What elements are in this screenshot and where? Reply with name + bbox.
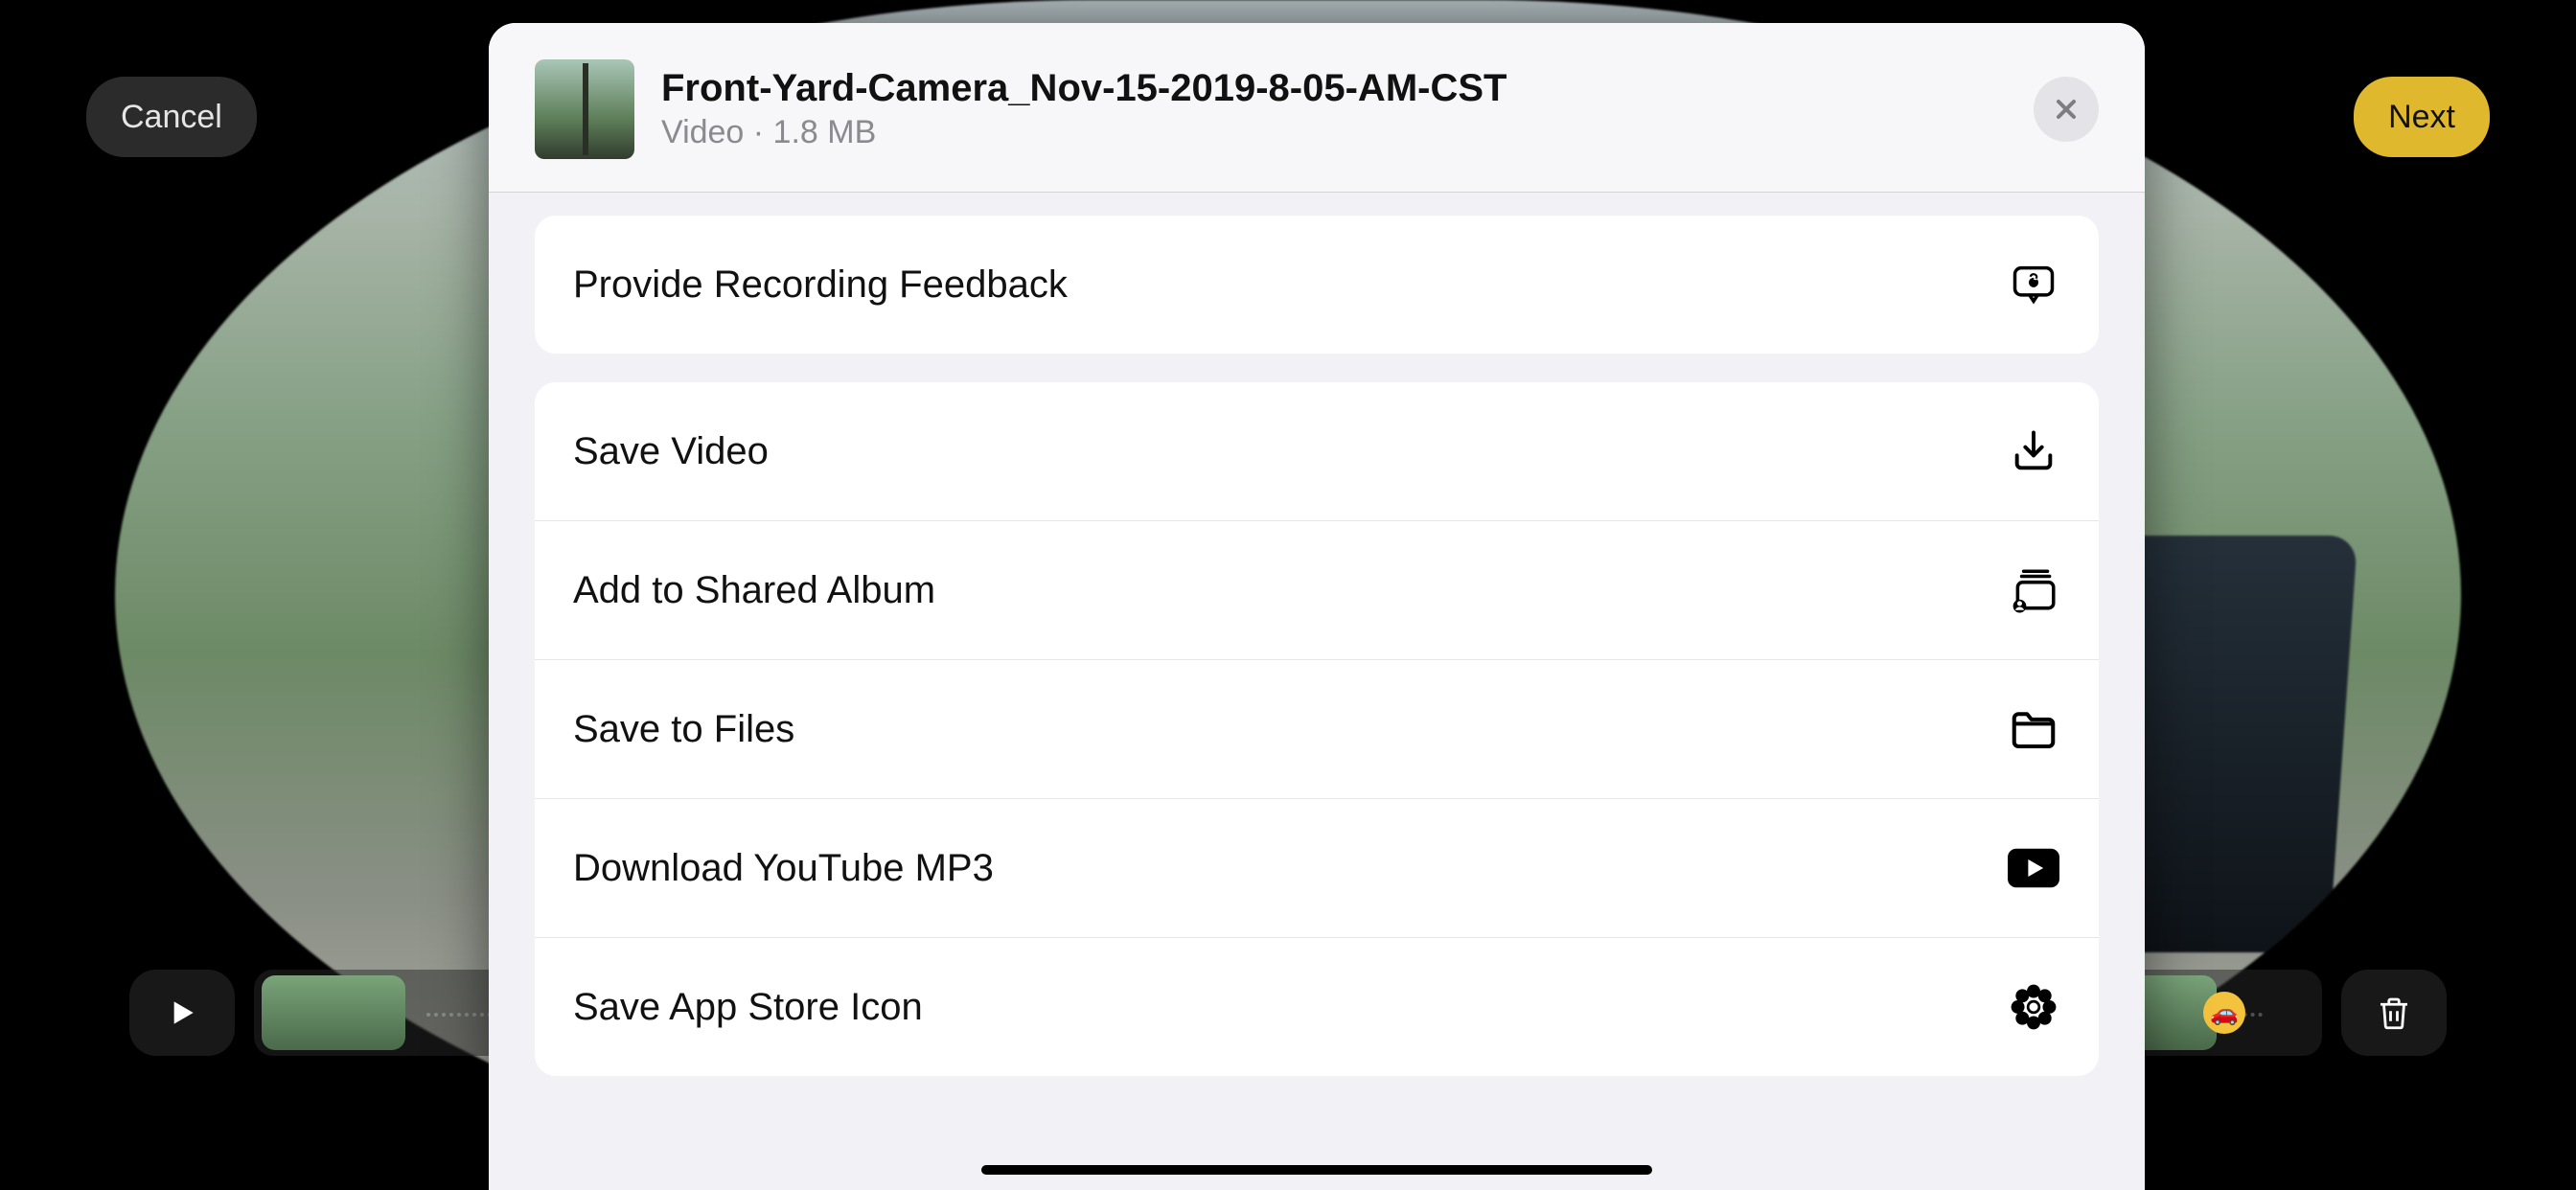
action-download-youtube-mp3[interactable]: Download YouTube MP3: [535, 798, 2099, 937]
action-provide-feedback[interactable]: Provide Recording Feedback: [535, 216, 2099, 354]
cancel-button-label: Cancel: [121, 99, 222, 136]
action-label: Add to Shared Album: [573, 569, 935, 612]
youtube-icon: [2007, 841, 2060, 895]
cancel-button[interactable]: Cancel: [86, 77, 257, 157]
action-save-app-store-icon[interactable]: Save App Store Icon: [535, 937, 2099, 1076]
share-sheet-body[interactable]: Provide Recording Feedback Save Video: [489, 193, 2145, 1190]
action-label: Save to Files: [573, 708, 794, 751]
action-group-main: Save Video Add to Shared Album: [535, 382, 2099, 1076]
share-sheet: Front-Yard-Camera_Nov-15-2019-8-05-AM-CS…: [489, 23, 2145, 1190]
trash-icon: [2374, 993, 2414, 1033]
feedback-bubble-icon: [2007, 258, 2060, 311]
action-save-to-files[interactable]: Save to Files: [535, 659, 2099, 798]
motion-event-badge: 🚗: [2203, 992, 2245, 1034]
action-add-to-shared-album[interactable]: Add to Shared Album: [535, 520, 2099, 659]
close-button[interactable]: [2034, 77, 2099, 142]
home-indicator[interactable]: [981, 1165, 1652, 1175]
share-item-title: Front-Yard-Camera_Nov-15-2019-8-05-AM-CS…: [661, 67, 2007, 110]
play-button[interactable]: [129, 970, 235, 1056]
action-label: Save Video: [573, 430, 769, 473]
action-label: Provide Recording Feedback: [573, 263, 1068, 307]
action-label: Save App Store Icon: [573, 986, 923, 1029]
share-item-thumbnail: [535, 59, 634, 159]
timeline-thumbnail: [262, 975, 405, 1050]
flower-gear-icon: [2007, 980, 2060, 1034]
delete-button[interactable]: [2341, 970, 2447, 1056]
close-icon: [2051, 94, 2082, 125]
share-sheet-header: Front-Yard-Camera_Nov-15-2019-8-05-AM-CS…: [489, 23, 2145, 193]
share-item-subtitle: Video · 1.8 MB: [661, 114, 2007, 151]
action-group-feedback: Provide Recording Feedback: [535, 216, 2099, 354]
action-label: Download YouTube MP3: [573, 847, 994, 890]
download-to-box-icon: [2007, 424, 2060, 478]
next-button[interactable]: Next: [2354, 77, 2490, 157]
play-icon: [163, 994, 201, 1032]
action-save-video[interactable]: Save Video: [535, 382, 2099, 520]
next-button-label: Next: [2388, 99, 2455, 136]
shared-album-icon: [2007, 563, 2060, 617]
folder-icon: [2007, 702, 2060, 756]
